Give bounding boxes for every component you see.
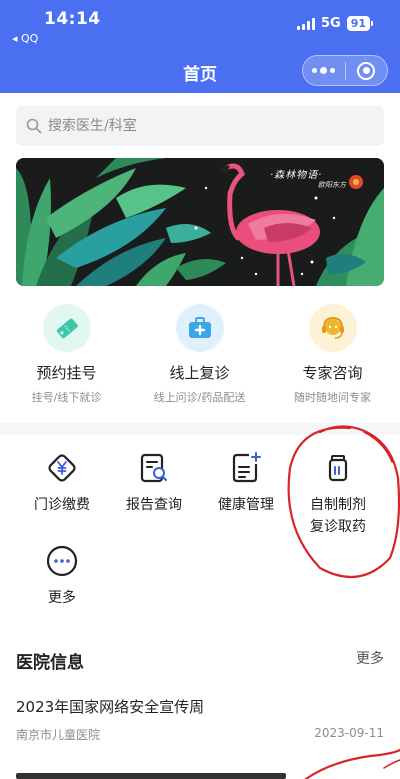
news-title[interactable]: 2023年国家网络安全宣传周: [16, 696, 204, 717]
flamingo-jungle-illustration: [16, 158, 384, 286]
report-search-icon: [108, 450, 200, 486]
more-circle-icon: [16, 543, 108, 579]
grid-label: 自制制剂 复诊取药: [310, 497, 366, 535]
search-bar[interactable]: [16, 106, 384, 146]
search-input[interactable]: [48, 118, 348, 134]
grid-label: 报告查询: [126, 497, 182, 513]
yen-diamond-icon: [16, 450, 108, 486]
service-subtitle: 挂号/线下就诊: [31, 391, 102, 404]
banner-signature: 欧阳东方: [318, 181, 346, 189]
grid-label: 更多: [48, 590, 76, 606]
service-title: 预约挂号: [36, 364, 97, 382]
news-date: 2023-09-11: [314, 726, 384, 740]
grid-outpatient-payment[interactable]: 门诊缴费: [16, 450, 108, 516]
service-subtitle: 随时随地问专家: [294, 391, 371, 404]
medicine-bottle-icon: [292, 450, 384, 486]
service-expert-consult[interactable]: 专家咨询 随时随地问专家: [266, 304, 399, 405]
news-item-cutoff[interactable]: [16, 766, 316, 779]
grid-more[interactable]: 更多: [16, 543, 108, 609]
headset-icon: [308, 304, 357, 352]
ticket-icon: [42, 304, 91, 352]
banner-carousel[interactable]: ·森林物语· 欧阳东方: [16, 158, 384, 286]
more-link[interactable]: 更多: [356, 648, 384, 668]
close-mini-program-button[interactable]: [346, 56, 388, 85]
search-icon: [26, 118, 42, 134]
more-dots-icon: [312, 67, 336, 74]
service-online-revisit[interactable]: 线上复诊 线上问诊/药品配送: [133, 304, 266, 405]
app-header: 14:14 ◂ QQ 5G 91 首页: [0, 0, 400, 93]
more-menu-button[interactable]: [303, 56, 345, 85]
network-type: 5G: [320, 16, 341, 31]
battery-icon: 91: [346, 16, 374, 31]
signal-icon: [296, 17, 315, 30]
service-title: 线上复诊: [169, 364, 230, 382]
grid-report-query[interactable]: 报告查询: [108, 450, 200, 516]
back-to-app-link[interactable]: ◂ QQ: [12, 32, 38, 45]
service-subtitle: 线上问诊/药品配送: [153, 391, 246, 404]
health-record-icon: [200, 450, 292, 486]
section-divider: [0, 423, 400, 435]
medical-kit-icon: [175, 304, 224, 352]
grid-label: 门诊缴费: [34, 497, 90, 513]
news-source: 南京市儿童医院: [16, 728, 101, 742]
grid-self-made-medicine[interactable]: 自制制剂 复诊取药: [292, 450, 384, 538]
service-title: 专家咨询: [302, 364, 363, 382]
grid-label: 健康管理: [218, 497, 274, 513]
banner-caption: ·森林物语·: [270, 170, 323, 181]
section-title: 医院信息: [16, 653, 84, 673]
target-icon: [357, 61, 376, 80]
service-appointment[interactable]: 预约挂号 挂号/线下就诊: [0, 304, 133, 405]
status-indicators: 5G 91: [296, 16, 374, 31]
grid-health-management[interactable]: 健康管理: [200, 450, 292, 516]
status-time: 14:14: [44, 9, 101, 29]
mini-program-capsule: [302, 55, 388, 86]
